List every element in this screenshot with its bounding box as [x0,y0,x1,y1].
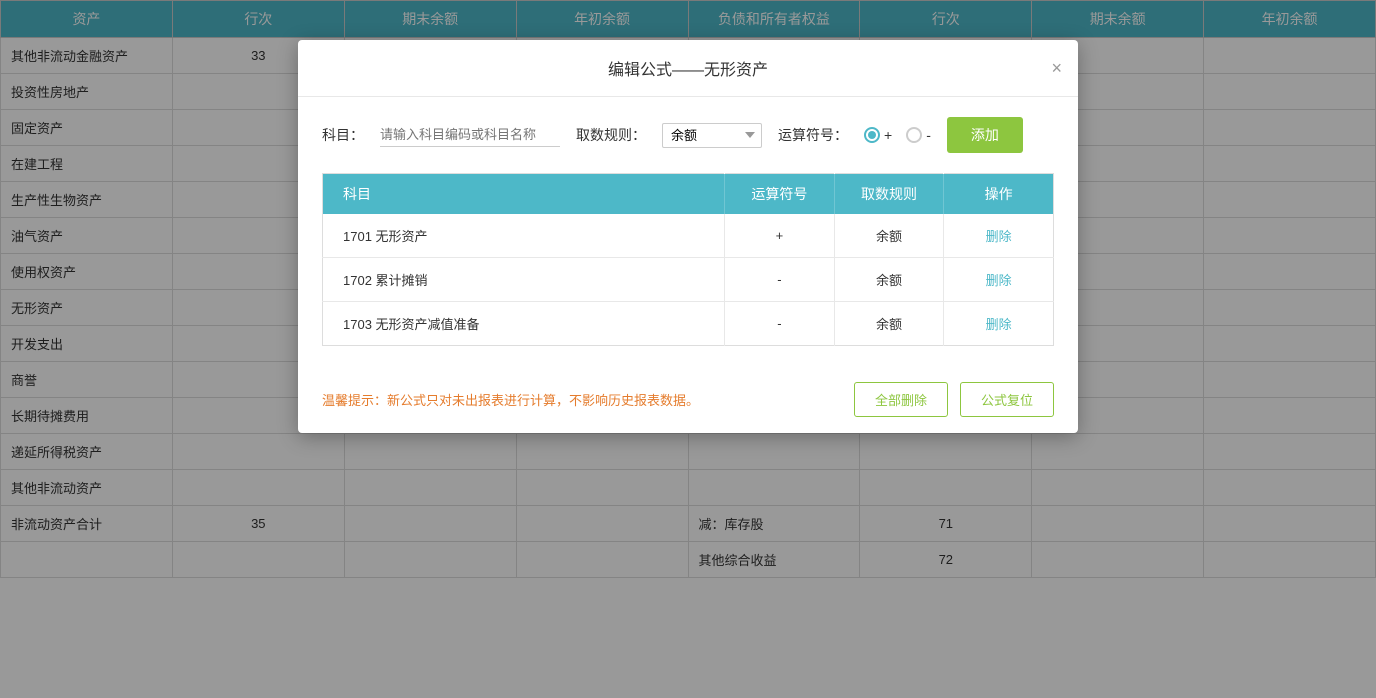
table-row: 1702 累计摊销-余额 删除 [323,258,1054,302]
formula-rule: 余额 [834,258,944,302]
rule-select[interactable]: 余额 借方发生额 贷方发生额 [662,123,762,148]
formula-action: 删除 [944,258,1054,302]
formula-subject: 1701 无形资产 [323,214,725,258]
table-col-rule: 取数规则 [834,174,944,215]
operator-radio-group: + - [864,127,931,143]
minus-radio-circle [906,127,922,143]
table-col-operator: 运算符号 [725,174,835,215]
plus-radio-circle [864,127,880,143]
formula-action: 删除 [944,302,1054,346]
modal-title: 编辑公式——无形资产 [608,62,768,79]
formula-operator: - [725,302,835,346]
delete-row-button[interactable]: 删除 [986,270,1012,289]
modal-close-button[interactable]: × [1051,59,1062,77]
formula-operator: - [725,258,835,302]
delete-row-button[interactable]: 删除 [986,226,1012,245]
edit-formula-modal: 编辑公式——无形资产 × 科目： 取数规则： 余额 借方发生额 贷方发生额 运算… [298,40,1078,433]
modal-footer: 温馨提示：新公式只对未出报表进行计算，不影响历史报表数据。 全部删除 公式复位 [298,366,1078,433]
operator-minus-radio[interactable]: - [906,127,931,143]
table-row: 1701 无形资产+余额 删除 [323,214,1054,258]
table-row: 1703 无形资产减值准备-余额 删除 [323,302,1054,346]
delete-row-button[interactable]: 删除 [986,314,1012,333]
delete-all-button[interactable]: 全部删除 [854,382,948,417]
operator-label: 运算符号： [778,125,848,145]
plus-radio-label: + [884,127,892,143]
modal-header: 编辑公式——无形资产 × [298,40,1078,97]
formula-subject: 1702 累计摊销 [323,258,725,302]
formula-subject: 1703 无形资产减值准备 [323,302,725,346]
rule-select-group: 余额 借方发生额 贷方发生额 [662,123,762,148]
form-row: 科目： 取数规则： 余额 借方发生额 贷方发生额 运算符号： + [322,117,1054,153]
table-col-action: 操作 [944,174,1054,215]
formula-operator: + [725,214,835,258]
subject-input[interactable] [380,123,560,147]
reset-formula-button[interactable]: 公式复位 [960,382,1054,417]
modal-overlay: 编辑公式——无形资产 × 科目： 取数规则： 余额 借方发生额 贷方发生额 运算… [0,0,1376,698]
formula-action: 删除 [944,214,1054,258]
minus-radio-label: - [926,127,931,143]
add-button[interactable]: 添加 [947,117,1023,153]
operator-plus-radio[interactable]: + [864,127,892,143]
formula-table: 科目 运算符号 取数规则 操作 1701 无形资产+余额删除1702 累计摊销-… [322,173,1054,346]
footer-tip: 温馨提示：新公式只对未出报表进行计算，不影响历史报表数据。 [322,390,699,409]
formula-rule: 余额 [834,214,944,258]
modal-body: 科目： 取数规则： 余额 借方发生额 贷方发生额 运算符号： + [298,97,1078,366]
rule-label: 取数规则： [576,125,646,145]
subject-label: 科目： [322,125,364,145]
formula-rule: 余额 [834,302,944,346]
footer-buttons: 全部删除 公式复位 [854,382,1054,417]
table-col-subject: 科目 [323,174,725,215]
